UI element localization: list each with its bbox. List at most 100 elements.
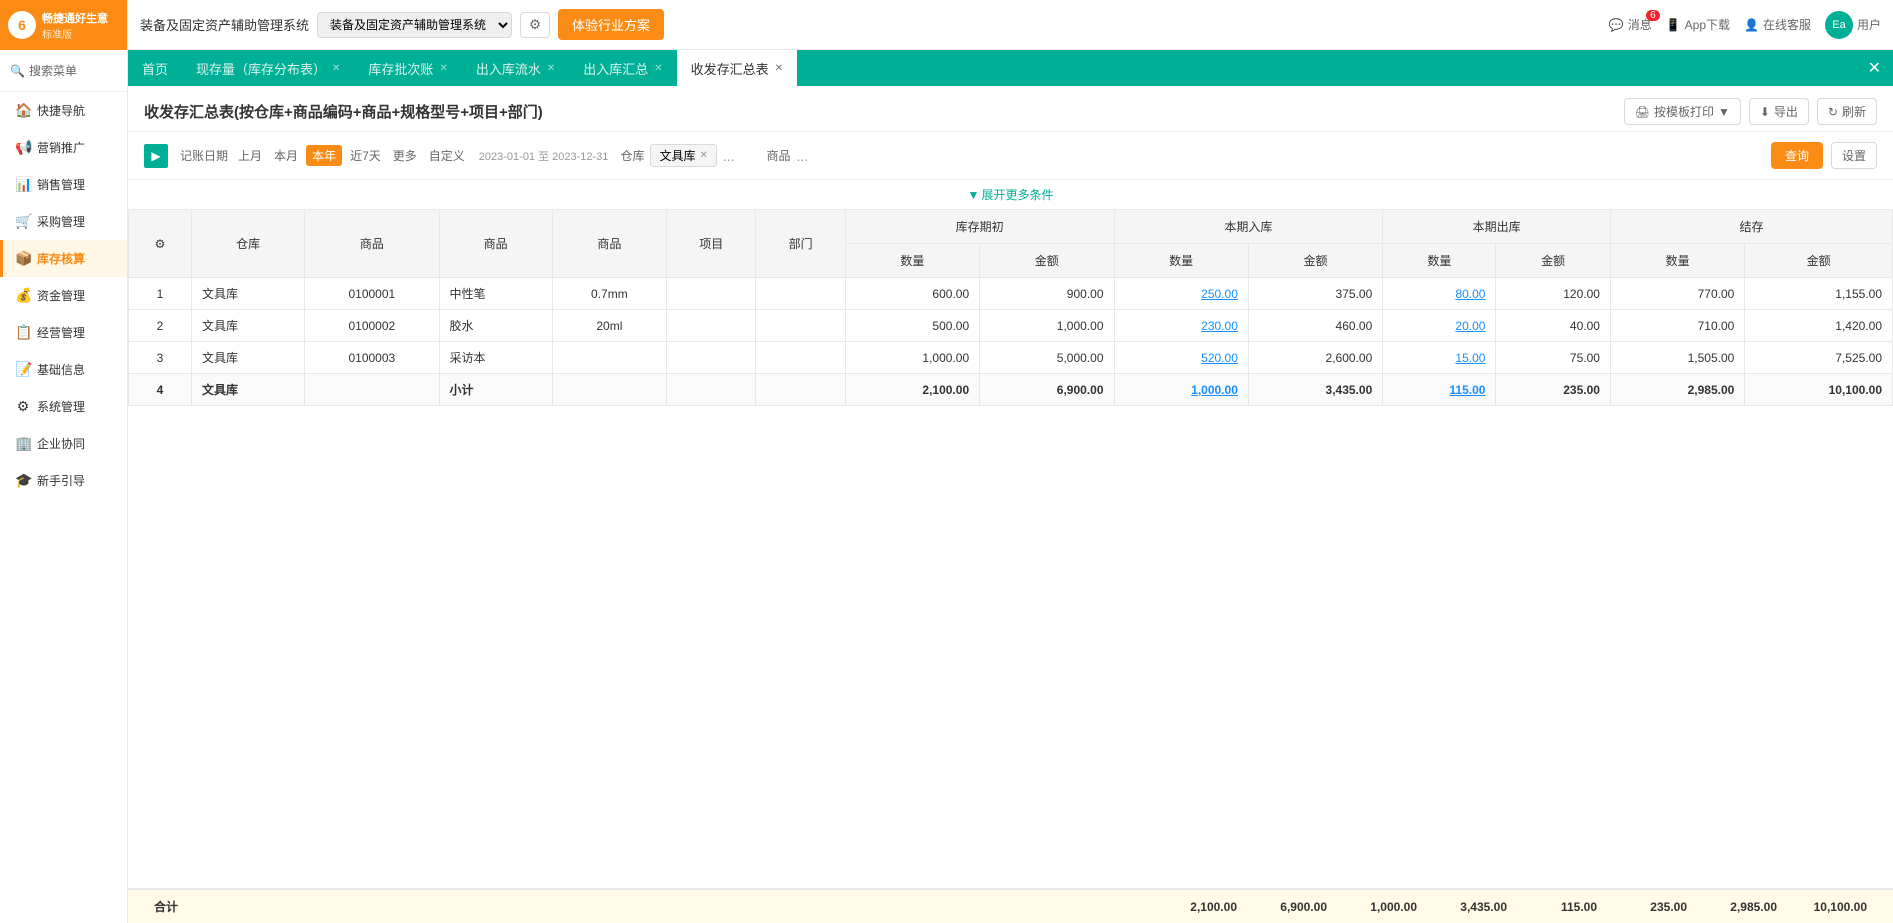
cell-product-name: 胶水 bbox=[439, 310, 552, 342]
date-btn-this-year[interactable]: 本年 bbox=[306, 145, 342, 166]
query-button[interactable]: 查询 bbox=[1771, 142, 1823, 169]
warehouse-tag[interactable]: 文具库 ✕ bbox=[650, 144, 716, 167]
topbar-settings-button[interactable]: ⚙ bbox=[520, 12, 550, 38]
sidebar-item-beginner[interactable]: 🎓 新手引导 bbox=[0, 462, 127, 499]
cell-closing-qty: 1,505.00 bbox=[1610, 342, 1744, 374]
trial-button[interactable]: 体验行业方案 bbox=[558, 9, 664, 40]
sidebar-item-finance[interactable]: 💰 资金管理 bbox=[0, 277, 127, 314]
messages-button[interactable]: 💬 消息 6 bbox=[1609, 16, 1652, 33]
cell-closing-qty: 2,985.00 bbox=[1610, 374, 1744, 406]
th-product-spec: 商品 bbox=[552, 210, 666, 278]
cell-department bbox=[756, 310, 845, 342]
search-menu-button[interactable]: 🔍 搜索菜单 bbox=[6, 58, 121, 83]
th-settings[interactable]: ⚙ bbox=[129, 210, 192, 278]
expand-icon: ▼ bbox=[968, 188, 980, 202]
sidebar-item-label: 资金管理 bbox=[37, 287, 85, 304]
logo-icon: 6 bbox=[8, 11, 36, 39]
search-menu-label: 搜索菜单 bbox=[29, 62, 77, 79]
th-department: 部门 bbox=[756, 210, 845, 278]
export-button[interactable]: ⬇ 导出 bbox=[1749, 98, 1809, 125]
app-logo: 6 畅捷通好生意 标准版 bbox=[0, 0, 127, 50]
cell-out-qty[interactable]: 20.00 bbox=[1383, 310, 1496, 342]
th-in-qty: 数量 bbox=[1114, 244, 1248, 278]
sidebar-item-sales[interactable]: 📊 销售管理 bbox=[0, 166, 127, 203]
tab-close-active-icon[interactable]: ✕ bbox=[775, 63, 783, 74]
filter-bar: ▶ 记账日期 上月 本月 本年 近7天 更多 自定义 2023-01-01 至 … bbox=[128, 132, 1893, 180]
cell-in-amt: 375.00 bbox=[1248, 278, 1382, 310]
cell-in-qty[interactable]: 520.00 bbox=[1114, 342, 1248, 374]
cell-in-amt: 3,435.00 bbox=[1248, 374, 1382, 406]
tab-inout-flow[interactable]: 出入库流水 ✕ bbox=[462, 50, 569, 86]
refresh-icon: ↻ bbox=[1828, 105, 1838, 119]
sidebar-item-label: 销售管理 bbox=[37, 176, 85, 193]
tab-home[interactable]: 首页 bbox=[128, 50, 182, 86]
tab-close-icon[interactable]: ✕ bbox=[332, 63, 340, 74]
page-header: 收发存汇总表(按仓库+商品编码+商品+规格型号+项目+部门) 🖨 按模板打印 ▼… bbox=[128, 86, 1893, 132]
warehouse-filter-group: 仓库 文具库 ✕ ... bbox=[620, 144, 734, 167]
messages-badge: 6 bbox=[1646, 10, 1660, 21]
sidebar-item-marketing[interactable]: 📢 营销推广 bbox=[0, 129, 127, 166]
user-button[interactable]: Ea 用户 bbox=[1825, 11, 1881, 39]
topbar-left: 装备及固定资产辅助管理系统 装备及固定资产辅助管理系统 ⚙ 体验行业方案 bbox=[140, 9, 664, 40]
date-btn-more[interactable]: 更多 bbox=[389, 145, 421, 166]
warehouse-tag-close[interactable]: ✕ bbox=[699, 150, 707, 161]
sidebar-search[interactable]: 🔍 搜索菜单 bbox=[0, 50, 127, 92]
sidebar-item-inventory[interactable]: 📦 库存核算 bbox=[0, 240, 127, 277]
cell-closing-amt: 10,100.00 bbox=[1745, 374, 1893, 406]
tab-stock-dist[interactable]: 现存量（库存分布表） ✕ bbox=[182, 50, 354, 86]
table-row: 2 文具库 0100002 胶水 20ml 500.00 1,000.00 23… bbox=[129, 310, 1893, 342]
refresh-button[interactable]: ↻ 刷新 bbox=[1817, 98, 1877, 125]
footer-label: 合计 bbox=[144, 898, 404, 915]
purchase-icon: 🛒 bbox=[15, 213, 31, 230]
system-select[interactable]: 装备及固定资产辅助管理系统 bbox=[317, 12, 512, 38]
cell-out-qty[interactable]: 15.00 bbox=[1383, 342, 1496, 374]
sidebar-item-enterprise[interactable]: 🏢 企业协同 bbox=[0, 425, 127, 462]
sidebar-nav: 🏠 快捷导航 📢 营销推广 📊 销售管理 🛒 采购管理 📦 库存核算 💰 资金管… bbox=[0, 92, 127, 923]
date-btn-7days[interactable]: 近7天 bbox=[346, 145, 385, 166]
sidebar-item-quick-nav[interactable]: 🏠 快捷导航 bbox=[0, 92, 127, 129]
cell-opening-qty: 1,000.00 bbox=[845, 342, 979, 374]
warehouse-more-button[interactable]: ... bbox=[723, 148, 735, 164]
cell-in-qty[interactable]: 250.00 bbox=[1114, 278, 1248, 310]
footer-closing-amt: 10,100.00 bbox=[1787, 900, 1877, 914]
expand-more-button[interactable]: ▼ 展开更多条件 bbox=[968, 186, 1054, 203]
cell-department bbox=[756, 374, 845, 406]
sidebar-item-operations[interactable]: 📋 经营管理 bbox=[0, 314, 127, 351]
service-icon: 👤 bbox=[1744, 18, 1759, 32]
tab-inout-summary[interactable]: 出入库汇总 ✕ bbox=[569, 50, 676, 86]
close-all-tabs-button[interactable]: ✕ bbox=[1856, 58, 1893, 78]
cell-out-qty[interactable]: 80.00 bbox=[1383, 278, 1496, 310]
topbar-right: 💬 消息 6 📱 App下载 👤 在线客服 Ea 用户 bbox=[1609, 11, 1881, 39]
sidebar-item-purchase[interactable]: 🛒 采购管理 bbox=[0, 203, 127, 240]
tab-close-icon[interactable]: ✕ bbox=[547, 63, 555, 74]
tab-close-icon[interactable]: ✕ bbox=[654, 63, 662, 74]
cell-out-qty[interactable]: 115.00 bbox=[1383, 374, 1496, 406]
online-service-label: 在线客服 bbox=[1763, 16, 1811, 33]
print-button[interactable]: 🖨 按模板打印 ▼ bbox=[1624, 98, 1741, 125]
product-more-button[interactable]: ... bbox=[797, 148, 809, 164]
cell-in-qty[interactable]: 1,000.00 bbox=[1114, 374, 1248, 406]
tab-batch[interactable]: 库存批次账 ✕ bbox=[354, 50, 461, 86]
tab-close-icon[interactable]: ✕ bbox=[439, 63, 447, 74]
sidebar-item-label: 经营管理 bbox=[37, 324, 85, 341]
date-label: 记账日期 bbox=[180, 147, 228, 164]
search-icon: 🔍 bbox=[10, 64, 25, 78]
online-service-button[interactable]: 👤 在线客服 bbox=[1744, 16, 1811, 33]
date-btn-last-month[interactable]: 上月 bbox=[234, 145, 266, 166]
sidebar-item-system[interactable]: ⚙ 系统管理 bbox=[0, 388, 127, 425]
cell-in-qty[interactable]: 230.00 bbox=[1114, 310, 1248, 342]
sidebar-item-basic-info[interactable]: 📝 基础信息 bbox=[0, 351, 127, 388]
tab-recv-send[interactable]: 收发存汇总表 ✕ bbox=[677, 50, 797, 86]
date-btn-this-month[interactable]: 本月 bbox=[270, 145, 302, 166]
finance-icon: 💰 bbox=[15, 287, 31, 304]
tab-label: 收发存汇总表 bbox=[691, 59, 769, 78]
sidebar-item-label: 采购管理 bbox=[37, 213, 85, 230]
cell-closing-qty: 770.00 bbox=[1610, 278, 1744, 310]
sidebar-item-label: 库存核算 bbox=[37, 250, 85, 267]
user-icon: Ea bbox=[1825, 11, 1853, 39]
filter-collapse-button[interactable]: ▶ bbox=[144, 144, 168, 168]
footer-in-qty: 1,000.00 bbox=[1337, 900, 1427, 914]
date-btn-custom[interactable]: 自定义 bbox=[425, 145, 469, 166]
app-download-button[interactable]: 📱 App下载 bbox=[1666, 16, 1730, 33]
filter-settings-button[interactable]: 设置 bbox=[1831, 142, 1877, 169]
